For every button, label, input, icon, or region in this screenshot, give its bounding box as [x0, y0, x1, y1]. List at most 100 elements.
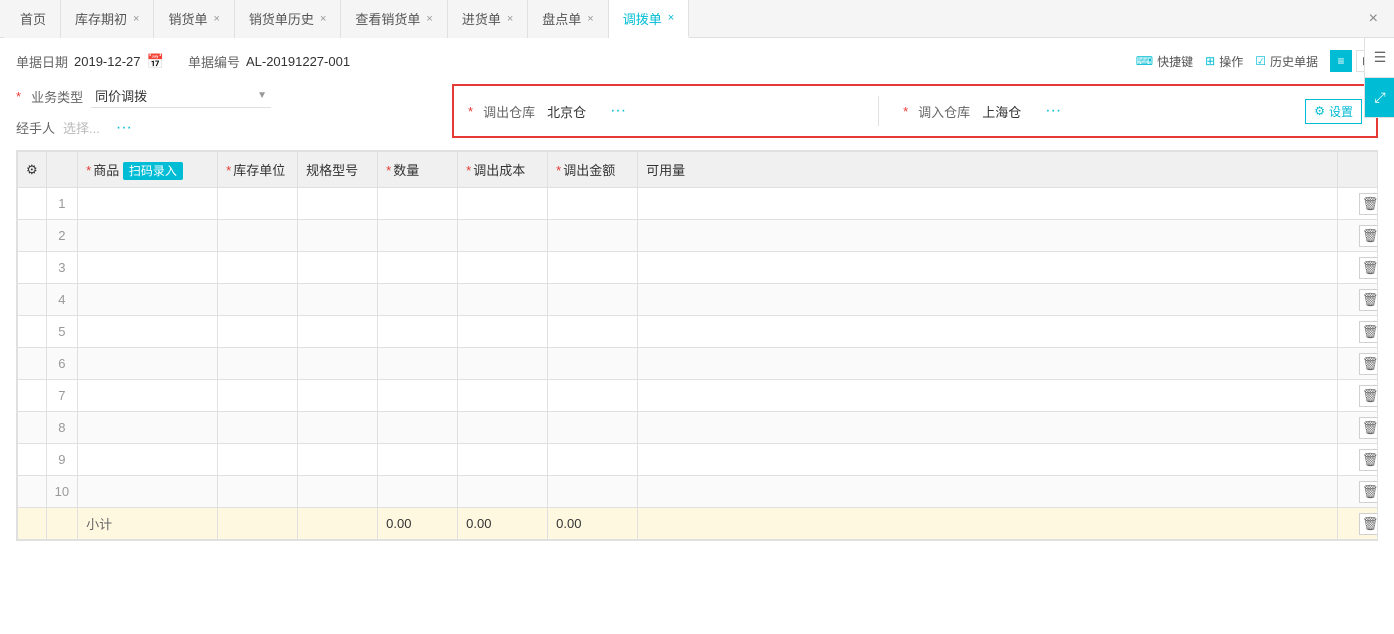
history-button[interactable]: ☑ 历史单据	[1255, 53, 1318, 70]
row-amount[interactable]	[548, 444, 638, 476]
tab-home[interactable]: 首页	[4, 0, 61, 38]
delete-row-icon[interactable]: 🗑	[1359, 257, 1378, 279]
delete-row-icon[interactable]: 🗑	[1359, 385, 1378, 407]
row-unit[interactable]	[218, 380, 298, 412]
row-available[interactable]	[638, 508, 1338, 540]
row-available[interactable]	[638, 348, 1338, 380]
tab-close-view-sales[interactable]: ×	[426, 13, 432, 25]
row-unit[interactable]	[218, 188, 298, 220]
tab-close-inventory-init[interactable]: ×	[133, 13, 139, 25]
row-cost[interactable]	[458, 284, 548, 316]
row-cost[interactable]	[458, 412, 548, 444]
row-cost[interactable]: 0.00	[458, 508, 548, 540]
row-qty[interactable]	[378, 348, 458, 380]
out-warehouse-more-icon[interactable]: ···	[610, 102, 626, 120]
row-unit[interactable]	[218, 252, 298, 284]
row-cost[interactable]	[458, 316, 548, 348]
tab-close-stocktake[interactable]: ×	[587, 13, 593, 25]
row-cost[interactable]	[458, 444, 548, 476]
row-amount[interactable]	[548, 412, 638, 444]
row-product[interactable]: 小计	[78, 508, 218, 540]
row-available[interactable]	[638, 188, 1338, 220]
row-spec[interactable]	[298, 316, 378, 348]
tab-close-sales[interactable]: ×	[213, 13, 219, 25]
row-available[interactable]	[638, 220, 1338, 252]
row-spec[interactable]	[298, 444, 378, 476]
row-spec[interactable]	[298, 188, 378, 220]
row-cost[interactable]	[458, 252, 548, 284]
shortcuts-button[interactable]: ⌨ 快捷键	[1136, 53, 1193, 70]
sidebar-list-icon[interactable]: ☰	[1365, 38, 1394, 78]
row-spec[interactable]	[298, 220, 378, 252]
tab-purchase[interactable]: 进货单 ×	[448, 0, 528, 38]
delete-row-icon[interactable]: 🗑	[1359, 513, 1378, 535]
row-qty[interactable]	[378, 444, 458, 476]
row-unit[interactable]	[218, 220, 298, 252]
row-product[interactable]	[78, 252, 218, 284]
operations-button[interactable]: ⊞ 操作	[1205, 53, 1243, 70]
layout-list-icon[interactable]: ≡	[1330, 50, 1352, 72]
row-spec[interactable]	[298, 284, 378, 316]
row-qty[interactable]	[378, 284, 458, 316]
row-qty[interactable]: 0.00	[378, 508, 458, 540]
row-unit[interactable]	[218, 444, 298, 476]
delete-row-icon[interactable]: 🗑	[1359, 289, 1378, 311]
row-amount[interactable]: 0.00	[548, 508, 638, 540]
row-amount[interactable]	[548, 220, 638, 252]
row-unit[interactable]	[218, 476, 298, 508]
row-product[interactable]	[78, 220, 218, 252]
sidebar-expand-icon[interactable]: ⤢	[1365, 78, 1394, 118]
row-amount[interactable]	[548, 188, 638, 220]
row-spec[interactable]	[298, 380, 378, 412]
row-product[interactable]	[78, 444, 218, 476]
tab-close-purchase[interactable]: ×	[507, 13, 513, 25]
delete-row-icon[interactable]: 🗑	[1359, 321, 1378, 343]
row-unit[interactable]	[218, 412, 298, 444]
row-qty[interactable]	[378, 188, 458, 220]
row-qty[interactable]	[378, 380, 458, 412]
tab-view-sales[interactable]: 查看销货单 ×	[341, 0, 447, 38]
row-unit[interactable]	[218, 284, 298, 316]
row-cost[interactable]	[458, 220, 548, 252]
row-amount[interactable]	[548, 284, 638, 316]
row-product[interactable]	[78, 348, 218, 380]
person-select[interactable]: 选择...	[63, 118, 100, 137]
row-cost[interactable]	[458, 188, 548, 220]
delete-row-icon[interactable]: 🗑	[1359, 449, 1378, 471]
row-cost[interactable]	[458, 380, 548, 412]
row-unit[interactable]	[218, 348, 298, 380]
settings-button[interactable]: ⚙ 设置	[1305, 99, 1362, 124]
row-product[interactable]	[78, 412, 218, 444]
row-spec[interactable]	[298, 508, 378, 540]
calendar-icon[interactable]: 📅	[147, 53, 164, 70]
tab-sales-order[interactable]: 销货单 ×	[154, 0, 234, 38]
row-spec[interactable]	[298, 476, 378, 508]
delete-row-icon[interactable]: 🗑	[1359, 481, 1378, 503]
tab-transfer[interactable]: 调拨单 ×	[609, 0, 689, 38]
in-warehouse-more-icon[interactable]: ···	[1045, 102, 1061, 120]
row-spec[interactable]	[298, 348, 378, 380]
th-gear[interactable]: ⚙	[18, 152, 47, 188]
delete-row-icon[interactable]: 🗑	[1359, 353, 1378, 375]
row-qty[interactable]	[378, 252, 458, 284]
row-product[interactable]	[78, 476, 218, 508]
close-all-tabs-button[interactable]: ×	[1361, 10, 1386, 28]
row-amount[interactable]	[548, 476, 638, 508]
row-available[interactable]	[638, 444, 1338, 476]
row-available[interactable]	[638, 476, 1338, 508]
tab-close-transfer[interactable]: ×	[668, 12, 674, 24]
row-amount[interactable]	[548, 348, 638, 380]
tab-inventory-init[interactable]: 库存期初 ×	[61, 0, 154, 38]
row-product[interactable]	[78, 380, 218, 412]
row-qty[interactable]	[378, 412, 458, 444]
row-product[interactable]	[78, 188, 218, 220]
row-qty[interactable]	[378, 316, 458, 348]
row-available[interactable]	[638, 380, 1338, 412]
tab-sales-history[interactable]: 销货单历史 ×	[235, 0, 341, 38]
row-available[interactable]	[638, 316, 1338, 348]
row-unit[interactable]	[218, 316, 298, 348]
biz-type-select[interactable]: 同价调拨 ▼	[91, 84, 271, 108]
row-product[interactable]	[78, 316, 218, 348]
row-unit[interactable]	[218, 508, 298, 540]
delete-row-icon[interactable]: 🗑	[1359, 417, 1378, 439]
